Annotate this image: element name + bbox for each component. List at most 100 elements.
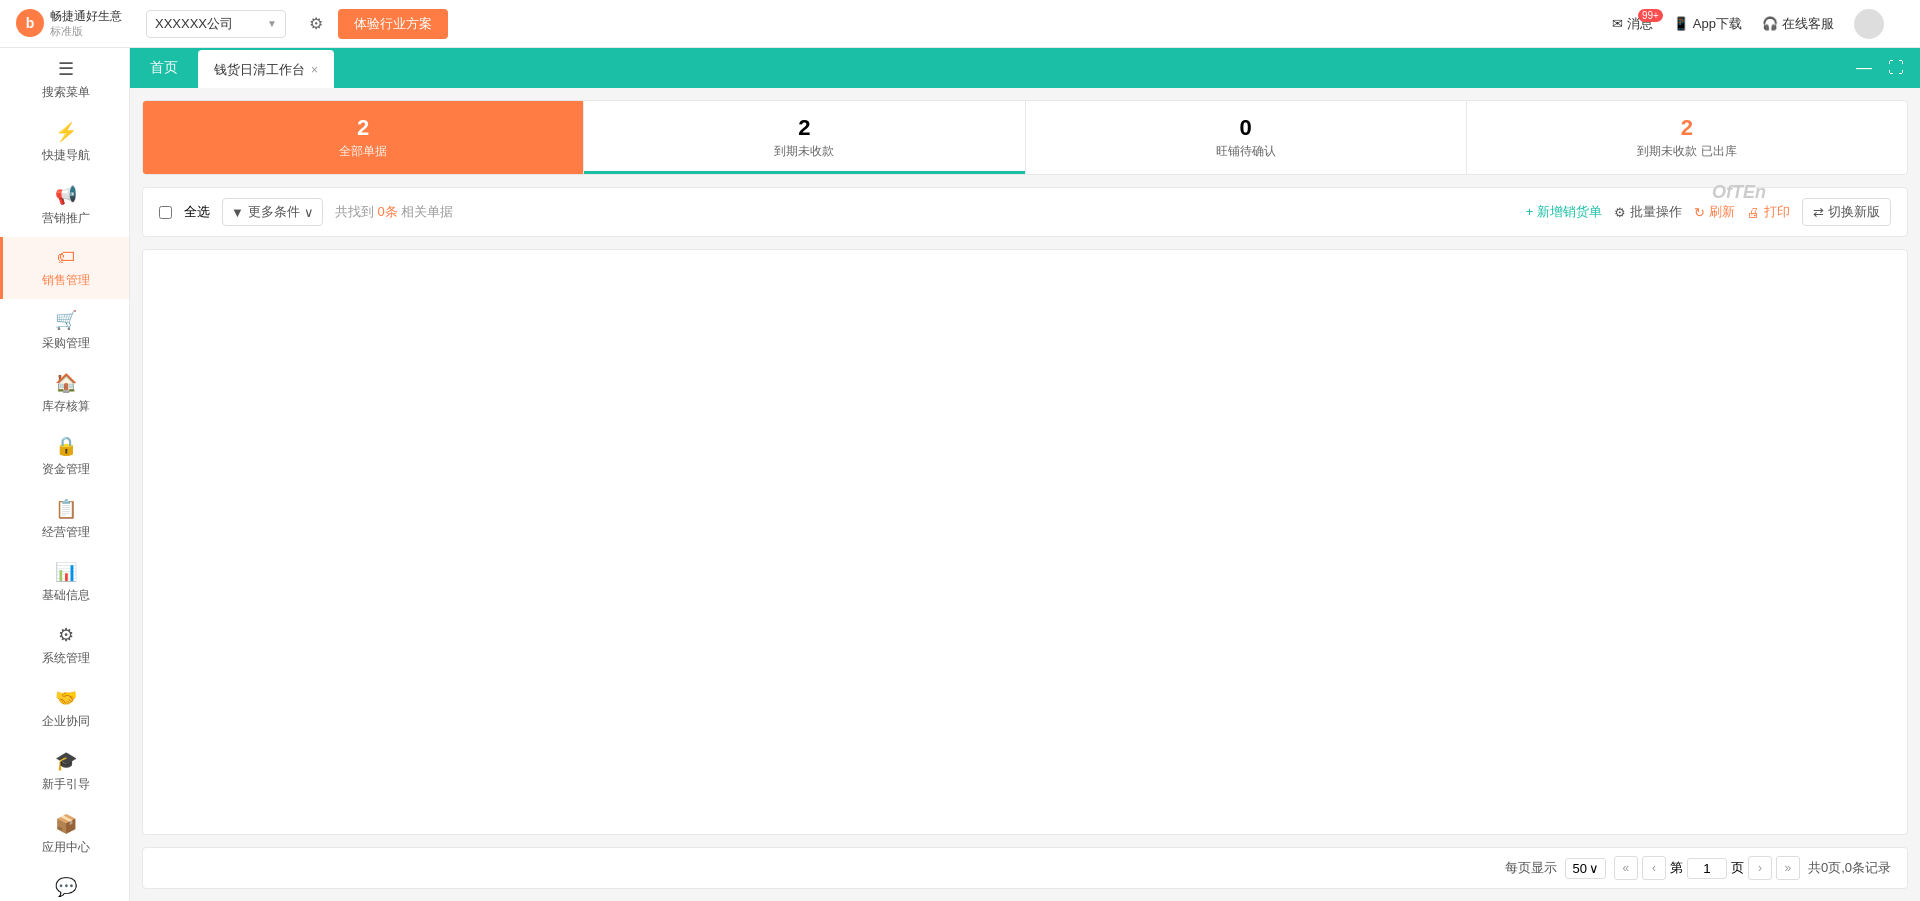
page-last-button[interactable]: »: [1776, 856, 1800, 880]
service-icon: 🎧: [1762, 16, 1778, 31]
page-input[interactable]: [1687, 858, 1727, 879]
sidebar-label: 资金管理: [42, 461, 90, 478]
sidebar-label: 企业协同: [42, 713, 90, 730]
toolbar: 全选 ▼ 更多条件 ∨ 共找到 0条 相关单据 + 新增销货单 ⚙ 批量操作: [142, 187, 1908, 237]
company-selector[interactable]: XXXXXX公司 ▼: [146, 10, 286, 38]
sidebar-item-purchase[interactable]: 🛒 采购管理: [0, 299, 129, 362]
page-nav: « ‹ 第 页 › »: [1614, 856, 1800, 880]
logo-text: 畅捷通好生意 标准版: [50, 9, 122, 39]
tab-active[interactable]: 钱货日清工作台 ×: [198, 50, 334, 90]
trial-button[interactable]: 体验行业方案: [338, 9, 448, 39]
switch-icon: ⇄: [1813, 205, 1824, 220]
select-all-checkbox[interactable]: [159, 206, 172, 219]
status-count: 2: [604, 115, 1004, 141]
message-button[interactable]: ✉ 消息 99+: [1612, 15, 1653, 33]
main-layout: ☰ 搜索菜单 ⚡ 快捷导航 📢 营销推广 🏷 销售管理 🛒 采购管理 🏠 库存核…: [0, 48, 1920, 901]
online-service-button[interactable]: 🎧 在线客服: [1762, 15, 1834, 33]
operations-icon: 📋: [55, 498, 77, 520]
status-count: 0: [1046, 115, 1446, 141]
status-card-1[interactable]: 2 到期未收款: [584, 101, 1025, 174]
quick-nav-icon: ⚡: [55, 121, 77, 143]
batch-operation-button[interactable]: ⚙ 批量操作: [1614, 203, 1682, 221]
filter-button[interactable]: ▼ 更多条件 ∨: [222, 198, 323, 226]
switch-version-button[interactable]: ⇄ 切换新版: [1802, 198, 1891, 226]
app-center-icon: 📦: [55, 813, 77, 835]
toolbar-right: + 新增销货单 ⚙ 批量操作 ↻ 刷新 🖨 打印 ⇄: [1526, 198, 1891, 226]
tab-close-button[interactable]: ×: [311, 63, 318, 77]
status-card-3[interactable]: 2 到期未收款 已出库: [1467, 101, 1907, 174]
top-bar: b 畅捷通好生意 标准版 XXXXXX公司 ▼ ⚙ 体验行业方案 ✉ 消息 99…: [0, 0, 1920, 48]
print-button[interactable]: 🖨 打印: [1747, 203, 1790, 221]
refresh-button[interactable]: ↻ 刷新: [1694, 203, 1735, 221]
found-text: 共找到 0条 相关单据: [335, 203, 453, 221]
sidebar-label: 搜索菜单: [42, 84, 90, 101]
status-label: 到期未收款: [604, 143, 1004, 160]
page-first-button[interactable]: «: [1614, 856, 1638, 880]
sidebar-label: 应用中心: [42, 839, 90, 856]
chevron-down-icon: ∨: [304, 205, 314, 220]
sidebar-item-system[interactable]: ⚙ 系统管理: [0, 614, 129, 677]
refresh-icon: ↻: [1694, 205, 1705, 220]
purchase-icon: 🛒: [55, 309, 77, 331]
avatar[interactable]: [1854, 9, 1884, 39]
status-card-0[interactable]: 2全部单据: [143, 101, 584, 174]
pagination-bar: 每页显示 50 ∨ « ‹ 第 页 › » 共0页,0条记录: [142, 847, 1908, 889]
main-content: 首页 钱货日清工作台 × — ⛶ 2全部单据 2 到期未收款 0旺铺待确认 2 到期未收款…: [130, 48, 1920, 901]
sidebar-item-app-center[interactable]: 📦 应用中心: [0, 803, 129, 866]
sidebar-item-search[interactable]: ☰ 搜索菜单: [0, 48, 129, 111]
sidebar-item-guide[interactable]: 🎓 新手引导: [0, 740, 129, 803]
sidebar-label: 销售管理: [42, 272, 90, 289]
print-icon: 🖨: [1747, 205, 1760, 220]
phone-icon: 📱: [1673, 16, 1689, 31]
page-next-button[interactable]: ›: [1748, 856, 1772, 880]
top-right: ✉ 消息 99+ 📱 App下载 🎧 在线客服: [1612, 9, 1904, 39]
select-all-label: 全选: [184, 203, 210, 221]
sidebar-label: 系统管理: [42, 650, 90, 667]
status-label: 到期未收款 已出库: [1487, 143, 1887, 160]
sidebar-item-operations[interactable]: 📋 经营管理: [0, 488, 129, 551]
page-prev-button[interactable]: ‹: [1642, 856, 1666, 880]
tab-actions: — ⛶: [1852, 56, 1920, 80]
cooperation-icon: 🤝: [55, 687, 77, 709]
sales-icon: 🏷: [57, 247, 75, 268]
filter-icon: ▼: [231, 205, 244, 220]
wechat-icon: 💬: [55, 876, 77, 898]
sidebar-item-wechat[interactable]: 💬 企业微信: [0, 866, 129, 901]
top-center: ⚙ 体验行业方案: [302, 9, 448, 39]
search-icon: ☰: [58, 58, 74, 80]
sidebar-item-finance[interactable]: 🔒 资金管理: [0, 425, 129, 488]
sidebar-item-basic-info[interactable]: 📊 基础信息: [0, 551, 129, 614]
message-icon: ✉: [1612, 16, 1623, 31]
sidebar: ☰ 搜索菜单 ⚡ 快捷导航 📢 营销推广 🏷 销售管理 🛒 采购管理 🏠 库存核…: [0, 48, 130, 901]
page-unit: 页: [1731, 859, 1744, 877]
sidebar-label: 采购管理: [42, 335, 90, 352]
guide-icon: 🎓: [55, 750, 77, 772]
settings-button[interactable]: ⚙: [302, 10, 330, 38]
status-card-2[interactable]: 0旺铺待确认: [1026, 101, 1467, 174]
per-page-label: 每页显示: [1505, 859, 1557, 877]
page-total: 共0页,0条记录: [1808, 859, 1891, 877]
sidebar-item-sales[interactable]: 🏷 销售管理: [0, 237, 129, 299]
message-badge: 99+: [1638, 9, 1663, 22]
batch-icon: ⚙: [1614, 205, 1626, 220]
per-page-select[interactable]: 50 ∨: [1565, 858, 1605, 879]
status-count: 2: [1487, 115, 1887, 141]
chevron-down-icon: ▼: [267, 18, 277, 29]
marketing-icon: 📢: [55, 184, 77, 206]
status-label: 全部单据: [163, 143, 563, 160]
sidebar-item-cooperation[interactable]: 🤝 企业协同: [0, 677, 129, 740]
sidebar-label: 基础信息: [42, 587, 90, 604]
tab-maximize-button[interactable]: ⛶: [1884, 56, 1908, 80]
sidebar-item-quick-nav[interactable]: ⚡ 快捷导航: [0, 111, 129, 174]
sidebar-item-marketing[interactable]: 📢 营销推广: [0, 174, 129, 237]
tab-home[interactable]: 首页: [130, 48, 198, 88]
sidebar-label: 经营管理: [42, 524, 90, 541]
tab-minimize-button[interactable]: —: [1852, 56, 1876, 80]
sidebar-item-inventory[interactable]: 🏠 库存核算: [0, 362, 129, 425]
page-label: 第: [1670, 859, 1683, 877]
inventory-icon: 🏠: [55, 372, 77, 394]
add-order-button[interactable]: + 新增销货单: [1526, 203, 1602, 221]
logo-icon: b: [16, 9, 44, 37]
content-area: 2全部单据 2 到期未收款 0旺铺待确认 2 到期未收款 已出库 全选 ▼ 更多条件 ∨ …: [130, 88, 1920, 901]
app-download-button[interactable]: 📱 App下载: [1673, 15, 1742, 33]
